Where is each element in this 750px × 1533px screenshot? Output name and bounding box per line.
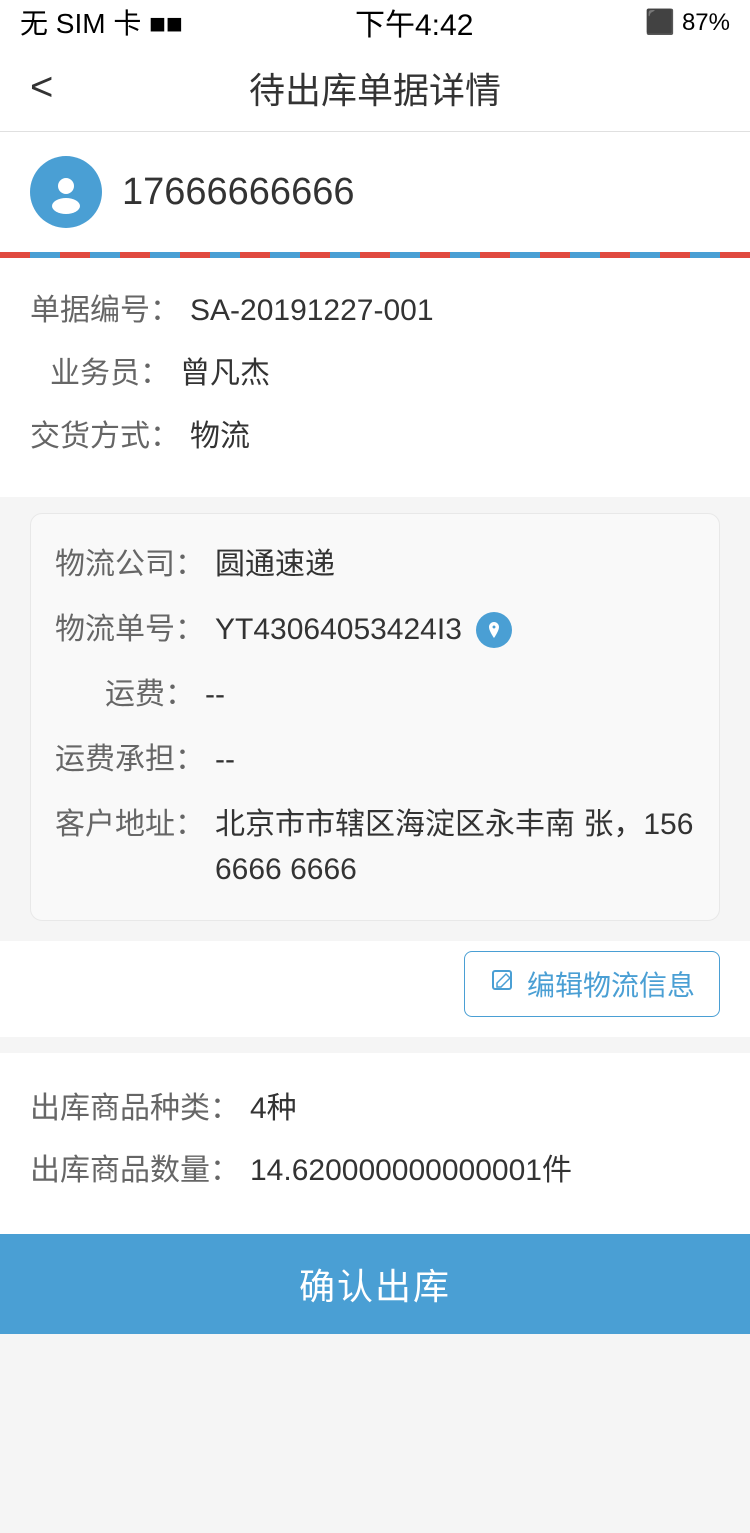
nav-bar: < 待出库单据详情 <box>0 44 750 132</box>
logistics-tracking-row: 物流单号： YT43064053424I3 <box>55 607 695 652</box>
location-icon[interactable] <box>476 612 512 648</box>
edit-logistics-label: 编辑物流信息 <box>527 964 695 1004</box>
user-header: 17666666666 <box>0 132 750 252</box>
logistics-freight-row: 运费： -- <box>55 672 695 717</box>
avatar <box>30 156 102 228</box>
goods-type-value: 4种 <box>240 1083 297 1127</box>
salesman-label: 业务员： <box>30 351 170 396</box>
logistics-company-label: 物流公司： <box>55 542 205 587</box>
logistics-address-label: 客户地址： <box>55 802 205 847</box>
back-button[interactable]: < <box>30 65 53 110</box>
goods-quantity-value: 14.620000000000001件 <box>240 1145 572 1189</box>
doc-number-row: 单据编号： SA-20191227-001 <box>30 288 720 333</box>
goods-type-row: 出库商品种类： 4种 <box>30 1083 720 1127</box>
status-left: 无 SIM 卡 ■■ <box>20 2 183 42</box>
goods-quantity-label: 出库商品数量： <box>30 1145 240 1189</box>
logistics-tracking-label: 物流单号： <box>55 607 205 652</box>
delivery-row: 交货方式： 物流 <box>30 414 720 459</box>
document-info-section: 单据编号： SA-20191227-001 业务员： 曾凡杰 交货方式： 物流 <box>0 258 750 497</box>
confirm-button-bar[interactable]: 确认出库 <box>0 1234 750 1334</box>
edit-logistics-button[interactable]: 编辑物流信息 <box>464 951 720 1017</box>
logistics-freight-value: -- <box>195 672 695 717</box>
logistics-company-row: 物流公司： 圆通速递 <box>55 542 695 587</box>
bottom-spacer <box>0 1333 750 1533</box>
logistics-address-row: 客户地址： 北京市市辖区海淀区永丰南 张，156 6666 6666 <box>55 802 695 892</box>
goods-quantity-row: 出库商品数量： 14.620000000000001件 <box>30 1145 720 1189</box>
edit-btn-row: 编辑物流信息 <box>0 941 750 1037</box>
goods-type-label: 出库商品种类： <box>30 1083 240 1127</box>
logistics-tracking-value: YT43064053424I3 <box>205 607 695 652</box>
confirm-button-label: 确认出库 <box>299 1258 451 1310</box>
page-title: 待出库单据详情 <box>249 62 501 114</box>
goods-section: 出库商品种类： 4种 出库商品数量： 14.620000000000001件 <box>0 1053 750 1227</box>
salesman-row: 业务员： 曾凡杰 <box>30 351 720 396</box>
battery-icon: ⬛ 87% <box>645 8 730 37</box>
logistics-freight-label: 运费： <box>55 672 195 717</box>
status-time: 下午4:42 <box>355 0 473 44</box>
delivery-value: 物流 <box>180 414 720 459</box>
status-bar: 无 SIM 卡 ■■ 下午4:42 ⬛ 87% <box>0 0 750 44</box>
doc-number-value: SA-20191227-001 <box>180 288 720 333</box>
logistics-freight-bear-label: 运费承担： <box>55 737 205 782</box>
salesman-value: 曾凡杰 <box>170 351 720 396</box>
logistics-card: 物流公司： 圆通速递 物流单号： YT43064053424I3 运费： -- … <box>30 513 720 921</box>
status-right: ⬛ 87% <box>645 8 730 37</box>
logistics-freight-bear-value: -- <box>205 737 695 782</box>
edit-icon <box>489 967 517 1002</box>
doc-number-label: 单据编号： <box>30 288 180 333</box>
user-phone: 17666666666 <box>122 171 354 214</box>
delivery-label: 交货方式： <box>30 414 180 459</box>
section-divider <box>0 1037 750 1053</box>
logistics-address-value: 北京市市辖区海淀区永丰南 张，156 6666 6666 <box>205 802 695 892</box>
logistics-freight-bear-row: 运费承担： -- <box>55 737 695 782</box>
logistics-company-value: 圆通速递 <box>205 542 695 587</box>
